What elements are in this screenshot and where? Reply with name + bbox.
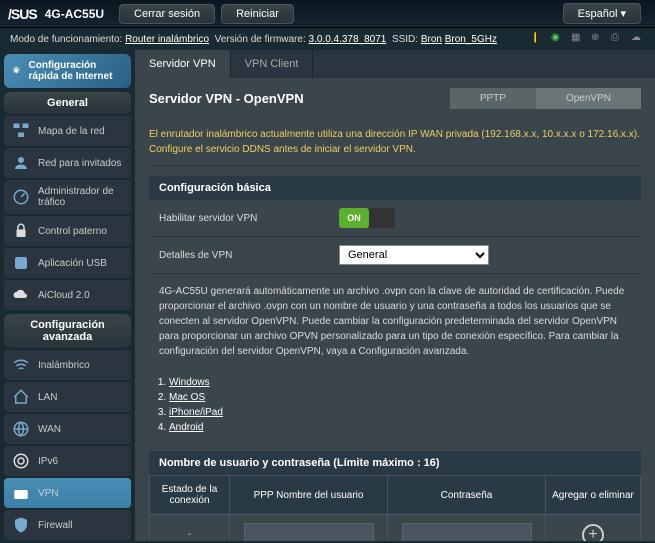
ssid-24[interactable]: Bron <box>421 34 442 45</box>
brand-logo: /SUS <box>8 6 37 22</box>
shield-icon <box>12 516 30 534</box>
os-android[interactable]: Android <box>169 420 621 435</box>
tabs: Servidor VPN VPN Client <box>135 50 655 78</box>
globe-icon[interactable]: ⊕ <box>591 32 605 46</box>
vpn-type-openvpn[interactable]: OpenVPN <box>536 88 641 109</box>
qis-button[interactable]: Configuración rápida de Internet <box>4 54 131 88</box>
user-table-header: Nombre de usuario y contraseña (Límite m… <box>149 451 641 475</box>
enable-vpn-label: Habilitar servidor VPN <box>159 213 339 224</box>
description-text: 4G-AC55U generará automáticamente un arc… <box>149 274 641 369</box>
nav-guest[interactable]: Red para invitados <box>4 148 131 178</box>
top-bar: /SUS 4G-AC55U Cerrar sesión Reiniciar Es… <box>0 0 655 28</box>
col-username: PPP Nombre del usuario <box>230 476 388 515</box>
password-input[interactable] <box>402 523 532 541</box>
nav-ipv6[interactable]: IPv6 <box>4 446 131 476</box>
basic-config-header: Configuración básica <box>149 176 641 200</box>
nav-network-map[interactable]: Mapa de la red <box>4 116 131 146</box>
tab-vpn-server[interactable]: Servidor VPN <box>135 50 231 78</box>
nav-wan[interactable]: WAN <box>4 414 131 444</box>
tab-vpn-client[interactable]: VPN Client <box>231 50 314 78</box>
enable-vpn-toggle[interactable]: ON <box>339 208 395 228</box>
mode-link[interactable]: Router inalámbrico <box>125 34 209 45</box>
sidebar: Configuración rápida de Internet General… <box>0 50 135 541</box>
language-select[interactable]: Español ▾ <box>563 3 641 24</box>
os-macos[interactable]: Mac OS <box>169 390 621 405</box>
usb-icon[interactable]: ⎙ <box>611 32 625 46</box>
reboot-button[interactable]: Reiniciar <box>221 4 294 24</box>
wifi-icon[interactable]: ◉ <box>551 32 565 46</box>
nav-vpn[interactable]: VPN <box>4 478 131 508</box>
nav-wireless[interactable]: Inalámbrico <box>4 350 131 380</box>
model-name: 4G-AC55U <box>45 7 104 21</box>
username-input[interactable] <box>244 523 374 541</box>
guest-icon <box>12 154 30 172</box>
os-windows[interactable]: Windows <box>169 375 621 390</box>
section-advanced: Configuración avanzada <box>4 314 131 348</box>
page-title: Servidor VPN - OpenVPN <box>149 91 304 106</box>
cloud-icon[interactable]: ☁ <box>631 32 645 46</box>
vpn-details-label: Detalles de VPN <box>159 250 339 261</box>
meter-icon <box>12 188 30 206</box>
globe-nav-icon <box>12 420 30 438</box>
add-user-button[interactable]: + <box>582 524 604 542</box>
user-table: Estado de la conexión PPP Nombre del usu… <box>149 475 641 541</box>
info-bar: Modo de funcionamiento: Router inalámbri… <box>0 28 655 50</box>
ssid-5[interactable]: Bron_5GHz <box>445 34 497 45</box>
col-password: Contraseña <box>388 476 546 515</box>
ipv6-icon <box>12 452 30 470</box>
nav-aicloud[interactable]: AiCloud 2.0 <box>4 280 131 310</box>
nav-traffic[interactable]: Administrador de tráfico <box>4 180 131 214</box>
section-general: General <box>4 92 131 114</box>
usb-app-icon <box>12 254 30 272</box>
os-ios[interactable]: iPhone/iPad <box>169 405 621 420</box>
gear-icon <box>10 61 23 81</box>
nav-lan[interactable]: LAN <box>4 382 131 412</box>
nav-parental[interactable]: Control paterno <box>4 216 131 246</box>
col-action: Agregar o eliminar <box>546 476 641 515</box>
logout-button[interactable]: Cerrar sesión <box>119 4 215 24</box>
col-status: Estado de la conexión <box>150 476 230 515</box>
firmware-link[interactable]: 3.0.0.4.378_8071 <box>309 34 387 45</box>
nav-usb[interactable]: Aplicación USB <box>4 248 131 278</box>
warning-text: El enrutador inalámbrico actualmente uti… <box>149 119 641 166</box>
home-icon <box>12 388 30 406</box>
network-icon <box>12 122 30 140</box>
table-row: - + <box>150 515 641 542</box>
lock-icon <box>12 222 30 240</box>
cloud-icon <box>12 286 30 304</box>
vpn-details-select[interactable]: General <box>339 245 489 265</box>
main-panel: Servidor VPN VPN Client Servidor VPN - O… <box>135 50 655 541</box>
vpn-type-pptp[interactable]: PPTP <box>450 88 536 109</box>
vpn-icon <box>12 484 30 502</box>
modem-icon[interactable]: ▦ <box>571 32 585 46</box>
os-list: Windows Mac OS iPhone/iPad Android <box>149 369 641 441</box>
nav-firewall[interactable]: Firewall <box>4 510 131 540</box>
signal-icon[interactable]: ❙ <box>531 32 545 46</box>
wifi-nav-icon <box>12 356 30 374</box>
